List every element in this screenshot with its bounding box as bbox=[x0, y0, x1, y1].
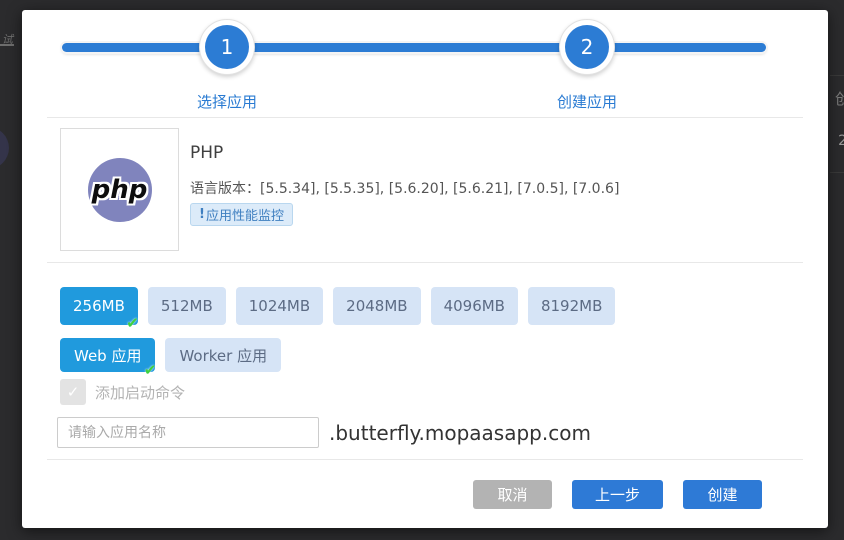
php-logo-text: php bbox=[91, 174, 148, 205]
memory-option-1024mb[interactable]: 1024MB bbox=[235, 287, 324, 325]
wizard-stepper: 1 2 选择应用 创建应用 bbox=[22, 10, 828, 117]
apm-badge-label: 应用性能监控 bbox=[205, 209, 284, 224]
background-divider-fragment bbox=[830, 172, 844, 173]
memory-option-4096mb[interactable]: 4096MB bbox=[430, 287, 518, 325]
modal-footer: 取消 上一步 创建 bbox=[22, 480, 828, 510]
versions-label: 语言版本： bbox=[190, 181, 260, 197]
memory-option-512mb[interactable]: 512MB bbox=[147, 287, 226, 325]
app-name-row: .butterfly.mopaasapp.com bbox=[57, 417, 591, 448]
step-2-circle[interactable]: 2 bbox=[559, 19, 615, 75]
previous-step-button[interactable]: 上一步 bbox=[572, 480, 663, 509]
step-1-number: 1 bbox=[205, 25, 249, 69]
background-logo-fragment bbox=[0, 127, 9, 169]
app-type-row: Web 应用 ✔ Worker 应用 bbox=[60, 338, 282, 379]
create-button[interactable]: 创建 bbox=[683, 480, 762, 509]
check-icon: ✔ bbox=[126, 314, 139, 332]
versions-list: [5.5.34], [5.5.35], [5.6.20], [5.6.21], … bbox=[260, 181, 620, 197]
memory-option-label: 8192MB bbox=[540, 297, 603, 315]
alert-icon: ! bbox=[199, 207, 205, 222]
app-logo-card: php bbox=[60, 128, 179, 251]
memory-option-256mb[interactable]: 256MB ✔ bbox=[60, 287, 139, 332]
step-1-label: 选择应用 bbox=[196, 93, 257, 111]
checkbox-check-icon: ✓ bbox=[66, 383, 80, 401]
divider bbox=[47, 262, 803, 263]
memory-option-label: 2048MB bbox=[346, 297, 408, 315]
check-icon: ✔ bbox=[143, 361, 157, 379]
memory-option-label: 256MB bbox=[73, 297, 125, 315]
divider bbox=[47, 117, 803, 118]
apm-badge: ! 应用性能监控 bbox=[190, 203, 293, 226]
stepper-progress-bar bbox=[62, 43, 766, 52]
background-underline-fragment bbox=[0, 44, 14, 46]
background-text-fragment: 试 bbox=[2, 33, 13, 46]
app-name-input[interactable] bbox=[57, 417, 319, 448]
step-2-label: 创建应用 bbox=[556, 93, 617, 111]
divider bbox=[47, 459, 803, 460]
app-type-web-button[interactable]: Web 应用 ✔ bbox=[60, 338, 156, 379]
startup-command-row: ✓ 添加启动命令 bbox=[60, 379, 185, 405]
background-text-fragment: 2 bbox=[838, 133, 844, 149]
startup-command-checkbox[interactable]: ✓ bbox=[60, 379, 86, 405]
background-text-fragment: 创 bbox=[834, 90, 844, 108]
create-app-modal: 1 2 选择应用 创建应用 php PHP 语言版本：[5.5.34], [5.… bbox=[22, 10, 828, 528]
memory-option-label: 1024MB bbox=[248, 297, 311, 315]
app-title: PHP bbox=[190, 143, 224, 163]
memory-option-2048mb[interactable]: 2048MB bbox=[333, 287, 421, 325]
memory-options-row: 256MB ✔ 512MB 1024MB 2048MB 4096MB 8192M… bbox=[60, 287, 616, 332]
cancel-button[interactable]: 取消 bbox=[473, 480, 552, 509]
domain-suffix: .butterfly.mopaasapp.com bbox=[329, 420, 591, 445]
step-2-number: 2 bbox=[565, 25, 609, 69]
memory-option-label: 512MB bbox=[160, 297, 213, 315]
app-versions: 语言版本：[5.5.34], [5.5.35], [5.6.20], [5.6.… bbox=[190, 178, 619, 198]
php-logo-icon: php bbox=[87, 157, 152, 222]
app-type-worker-button[interactable]: Worker 应用 bbox=[165, 338, 282, 372]
memory-option-label: 4096MB bbox=[443, 297, 505, 315]
startup-command-label: 添加启动命令 bbox=[95, 383, 186, 402]
app-type-label: Web 应用 bbox=[74, 346, 142, 365]
app-type-label: Worker 应用 bbox=[179, 346, 268, 365]
memory-option-8192mb[interactable]: 8192MB bbox=[527, 287, 616, 325]
step-1-circle[interactable]: 1 bbox=[199, 19, 255, 75]
background-divider-fragment bbox=[830, 75, 844, 76]
